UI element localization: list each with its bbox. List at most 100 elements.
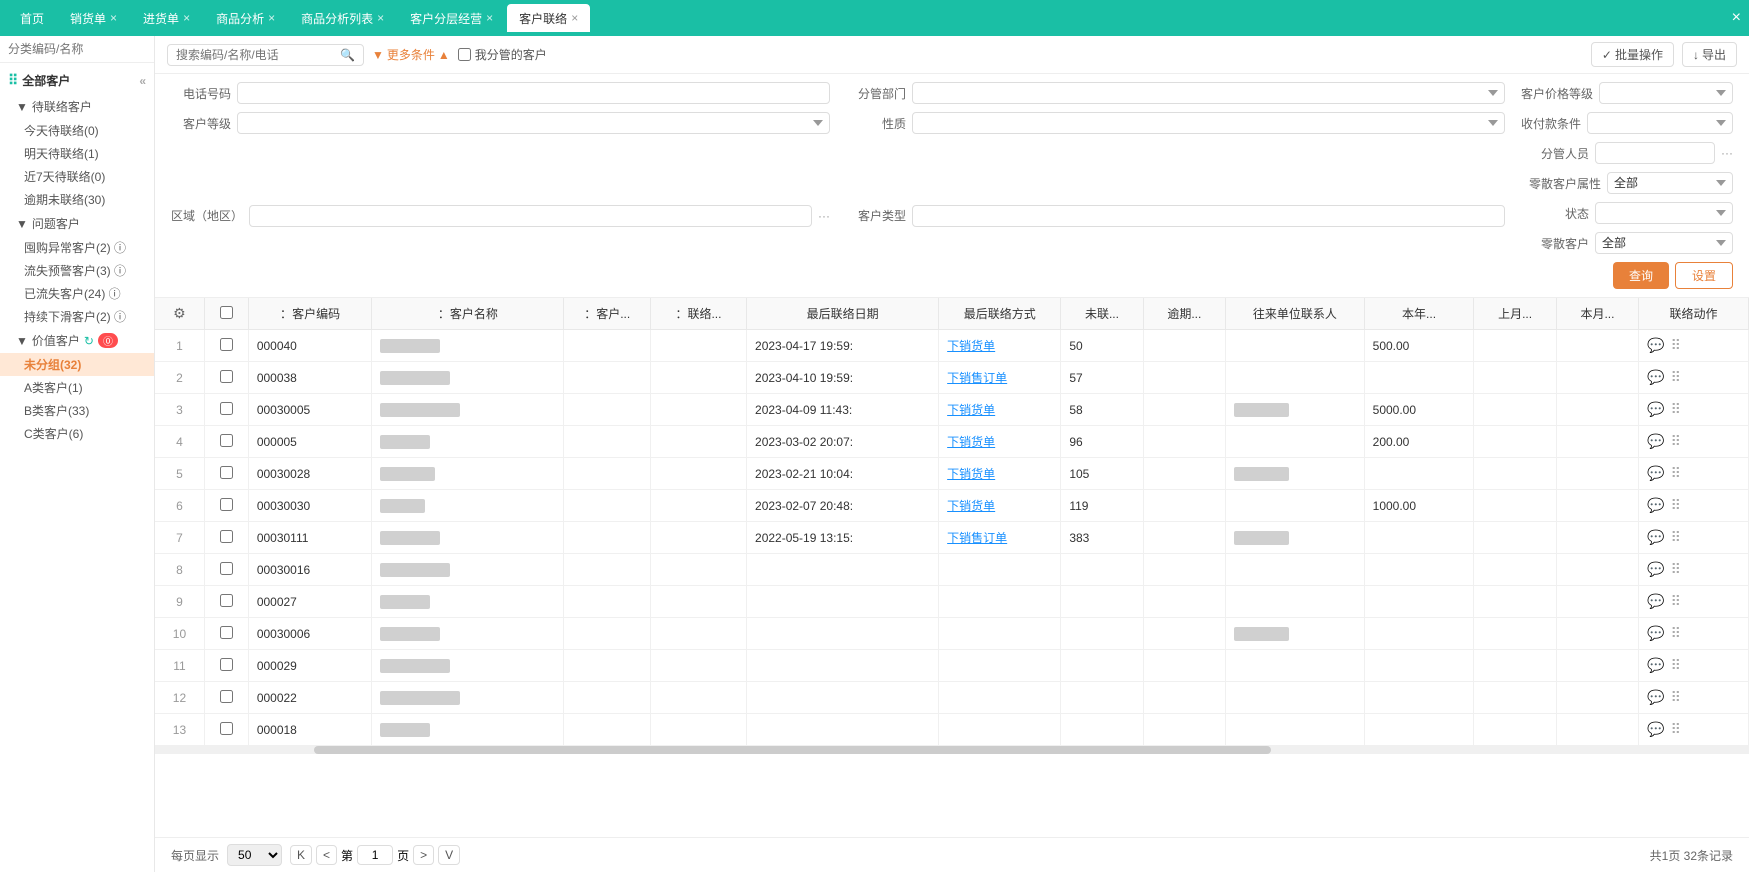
method-link[interactable]: 下销货单 — [947, 403, 995, 417]
cell-check[interactable] — [204, 714, 248, 746]
phone-icon[interactable]: 💬 — [1647, 689, 1664, 706]
more-icon[interactable]: ⠿ — [1671, 657, 1681, 674]
prev-page-button[interactable]: < — [316, 845, 337, 865]
cell-method[interactable]: 下销货单 — [939, 490, 1061, 522]
cell-method[interactable] — [939, 682, 1061, 714]
select-scatter-attr[interactable]: 全部 — [1607, 172, 1733, 194]
phone-icon[interactable]: 💬 — [1647, 401, 1664, 418]
sidebar-item-today[interactable]: 今天待联络(0) — [0, 119, 154, 142]
col-check-all[interactable] — [204, 298, 248, 330]
row-checkbox[interactable] — [220, 722, 233, 735]
row-checkbox[interactable] — [220, 402, 233, 415]
more-icon[interactable]: ⠿ — [1671, 561, 1681, 578]
row-checkbox[interactable] — [220, 658, 233, 671]
table-wrapper[interactable]: ⚙ ：客户编码 ：客户名称 ：客户... ：联络... 最后联络日期 最后联络方… — [155, 298, 1749, 837]
page-size-select[interactable]: 50 100 200 — [227, 844, 282, 866]
sidebar-collapse-icon[interactable]: « — [139, 74, 146, 88]
cell-check[interactable] — [204, 682, 248, 714]
method-link[interactable]: 下销货单 — [947, 467, 995, 481]
more-icon[interactable]: ⠿ — [1671, 689, 1681, 706]
horizontal-scrollbar[interactable] — [155, 746, 1749, 754]
more-icon[interactable]: ⠿ — [1671, 721, 1681, 738]
row-checkbox[interactable] — [220, 562, 233, 575]
close-all-button[interactable]: × — [1732, 9, 1741, 27]
cell-method[interactable]: 下销货单 — [939, 394, 1061, 426]
page-number-input[interactable] — [357, 845, 393, 865]
sidebar-search-input[interactable] — [8, 42, 155, 56]
sidebar-item-overdue[interactable]: 逾期未联络(30) — [0, 188, 154, 211]
phone-icon[interactable]: 💬 — [1647, 625, 1664, 642]
more-icon[interactable]: ⠿ — [1671, 337, 1681, 354]
cell-check[interactable] — [204, 426, 248, 458]
cell-method[interactable]: 下销货单 — [939, 330, 1061, 362]
export-button[interactable]: ↓ 导出 — [1682, 42, 1737, 67]
method-link[interactable]: 下销货单 — [947, 499, 995, 513]
phone-icon[interactable]: 💬 — [1647, 497, 1664, 514]
tab-product-analysis[interactable]: 商品分析 × — [204, 4, 287, 32]
cell-check[interactable] — [204, 650, 248, 682]
tab-product-analysis-list[interactable]: 商品分析列表 × — [289, 4, 396, 32]
more-icon[interactable]: ⠿ — [1671, 529, 1681, 546]
phone-icon[interactable]: 💬 — [1647, 337, 1664, 354]
sidebar-item-class-a[interactable]: A类客户(1) — [0, 376, 154, 399]
input-manager[interactable] — [1595, 142, 1715, 164]
row-checkbox[interactable] — [220, 466, 233, 479]
scroll-thumb[interactable] — [314, 746, 1270, 754]
phone-icon[interactable]: 💬 — [1647, 657, 1664, 674]
cell-check[interactable] — [204, 586, 248, 618]
phone-icon[interactable]: 💬 — [1647, 369, 1664, 386]
col-settings[interactable]: ⚙ — [155, 298, 204, 330]
row-checkbox[interactable] — [220, 594, 233, 607]
tab-customer-contact[interactable]: 客户联络 × — [507, 4, 590, 32]
more-icon[interactable]: ⠿ — [1671, 465, 1681, 482]
more-icon[interactable]: ⠿ — [1671, 593, 1681, 610]
close-customer-contact-icon[interactable]: × — [571, 11, 578, 25]
sidebar-item-tomorrow[interactable]: 明天待联络(1) — [0, 142, 154, 165]
phone-icon[interactable]: 💬 — [1647, 561, 1664, 578]
input-cust-type[interactable] — [912, 205, 1505, 227]
refresh-icon[interactable]: ↻ — [84, 334, 94, 348]
tab-sales[interactable]: 销货单 × — [58, 4, 129, 32]
more-icon[interactable]: ⠿ — [1671, 369, 1681, 386]
method-link[interactable]: 下销售订单 — [947, 371, 1007, 385]
more-icon[interactable]: ⠿ — [1671, 433, 1681, 450]
select-price-level[interactable] — [1599, 82, 1733, 104]
first-page-button[interactable]: K — [290, 845, 312, 865]
row-checkbox[interactable] — [220, 338, 233, 351]
sidebar-category-problem[interactable]: ▼ 问题客户 — [0, 211, 154, 236]
sidebar-item-class-b[interactable]: B类客户(33) — [0, 399, 154, 422]
sidebar-item-abnormal[interactable]: 囤购异常客户(2) ⓘ — [0, 236, 154, 259]
last-page-button[interactable]: V — [438, 845, 460, 865]
phone-icon[interactable]: 💬 — [1647, 529, 1664, 546]
cell-check[interactable] — [204, 490, 248, 522]
phone-icon[interactable]: 💬 — [1647, 593, 1664, 610]
close-sales-icon[interactable]: × — [110, 11, 117, 25]
row-checkbox[interactable] — [220, 370, 233, 383]
tab-customer-layer[interactable]: 客户分层经营 × — [398, 4, 505, 32]
sidebar-item-ungroup[interactable]: 未分组(32) — [0, 353, 154, 376]
sidebar-item-class-c[interactable]: C类客户(6) — [0, 422, 154, 445]
sidebar-item-churn-warning[interactable]: 流失预警客户(3) ⓘ — [0, 259, 154, 282]
cell-check[interactable] — [204, 394, 248, 426]
sidebar-category-value[interactable]: ▼ 价值客户 ↻ ⓪ — [0, 328, 154, 353]
next-page-button[interactable]: > — [413, 845, 434, 865]
sidebar-item-churned[interactable]: 已流失客户(24) ⓘ — [0, 282, 154, 305]
method-link[interactable]: 下销售订单 — [947, 531, 1007, 545]
query-button[interactable]: 查询 — [1613, 262, 1669, 289]
sidebar-all-customers[interactable]: ⠿ 全部客户 « — [0, 67, 154, 94]
row-checkbox[interactable] — [220, 434, 233, 447]
tab-home[interactable]: 首页 — [8, 4, 56, 32]
cell-method[interactable]: 下销货单 — [939, 458, 1061, 490]
method-link[interactable]: 下销货单 — [947, 339, 995, 353]
settings-gear-icon[interactable]: ⚙ — [173, 305, 186, 322]
search-icon[interactable]: 🔍 — [340, 48, 355, 62]
tab-purchase[interactable]: 进货单 × — [131, 4, 202, 32]
cell-check[interactable] — [204, 362, 248, 394]
cell-check[interactable] — [204, 618, 248, 650]
cell-method[interactable]: 下销售订单 — [939, 362, 1061, 394]
phone-icon[interactable]: 💬 — [1647, 433, 1664, 450]
cell-method[interactable] — [939, 714, 1061, 746]
close-product-analysis-list-icon[interactable]: × — [377, 11, 384, 25]
cell-method[interactable]: 下销售订单 — [939, 522, 1061, 554]
method-link[interactable]: 下销货单 — [947, 435, 995, 449]
